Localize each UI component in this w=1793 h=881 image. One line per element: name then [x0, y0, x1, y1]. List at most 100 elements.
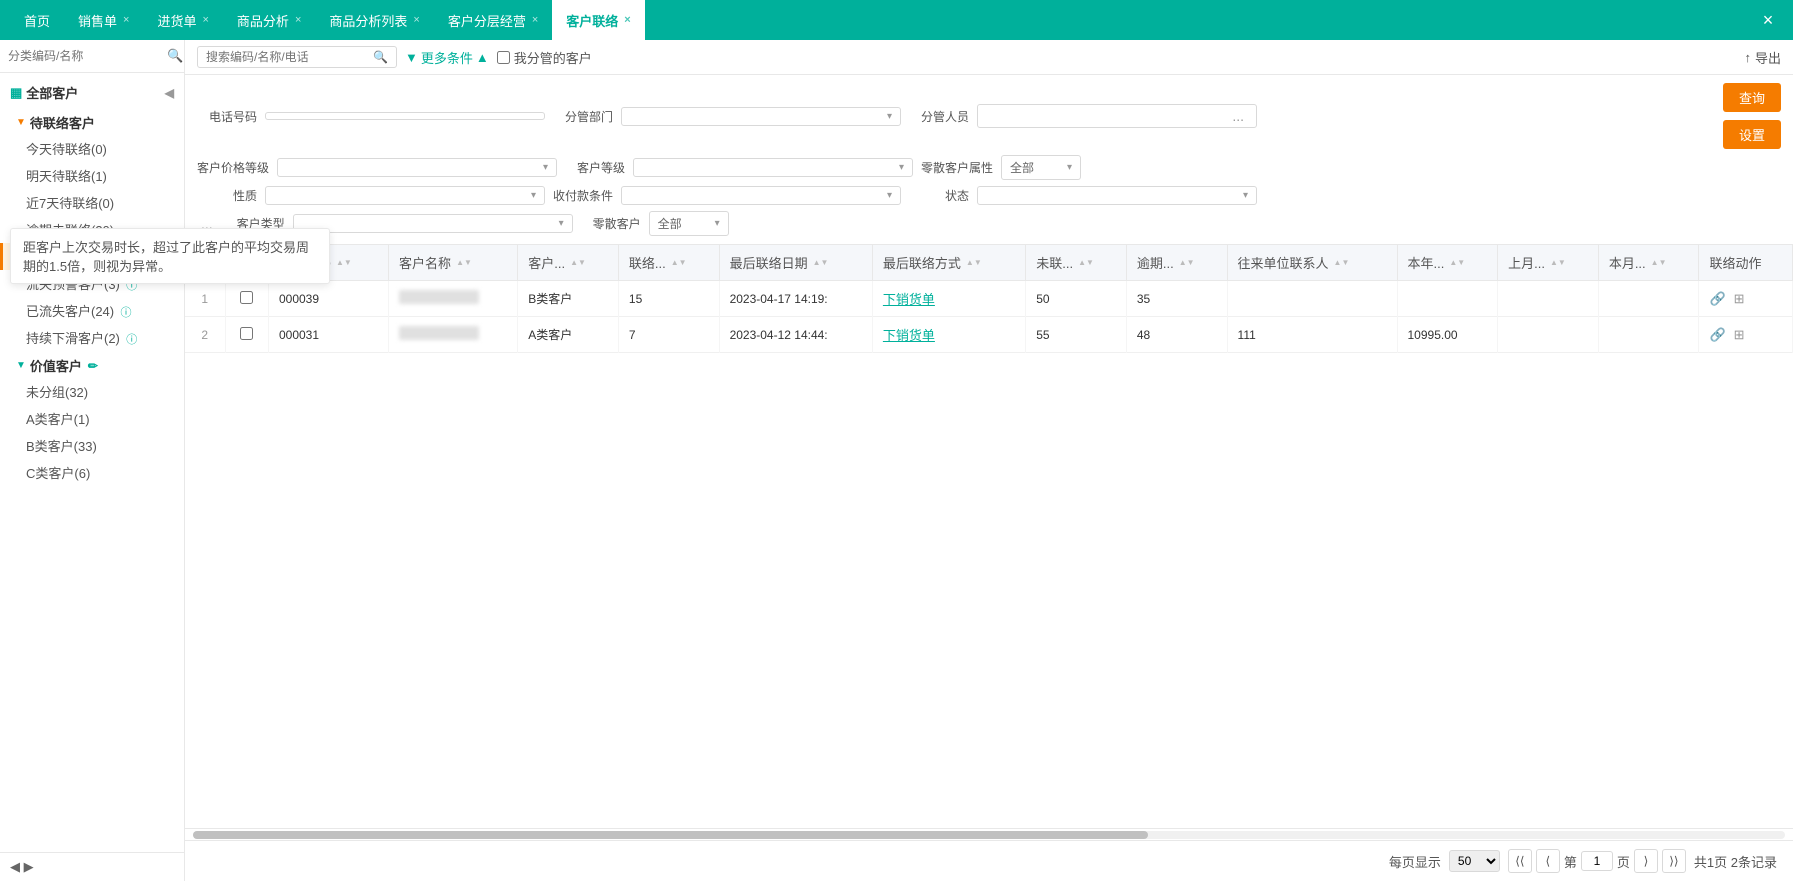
payment-arrow: ▾ [887, 190, 892, 201]
nav-customer-contact-close[interactable]: × [624, 14, 630, 26]
export-button[interactable]: ↑ 导出 [1744, 48, 1781, 67]
sidebar-item-ungrouped[interactable]: 未分组(32) [0, 378, 184, 405]
row2-grid-icon[interactable]: ⊞ [1734, 327, 1745, 343]
main-search-icon[interactable]: 🔍 [373, 50, 388, 64]
row1-checkbox[interactable] [240, 291, 253, 304]
retail-customer-label: 零散客户 [581, 215, 641, 232]
horizontal-scrollbar[interactable] [185, 828, 1793, 840]
row2-checkbox-cell [225, 317, 268, 353]
my-customer-checkbox[interactable] [497, 51, 510, 64]
sidebar-item-tomorrow[interactable]: 明天待联络(1) [0, 162, 184, 189]
nav-product-analysis-close[interactable]: × [295, 14, 301, 26]
nav-customer-tier-close[interactable]: × [532, 14, 538, 26]
row1-name [389, 281, 518, 317]
nav-sales[interactable]: 销售单 × [64, 0, 143, 40]
customer-type-field[interactable]: ▾ [293, 214, 573, 233]
year-sort-icon: ▲▼ [1449, 259, 1465, 267]
row1-checkbox-cell [225, 281, 268, 317]
col-last-method[interactable]: 最后联络方式▲▼ [872, 245, 1025, 281]
price-grade-field[interactable]: ▾ [277, 158, 557, 177]
grade-label: 客户等级 [565, 159, 625, 176]
page-navigation: ⟨⟨ ⟨ 第 页 ⟩ ⟩⟩ [1508, 849, 1686, 873]
dept-field[interactable]: ▾ [621, 107, 901, 126]
value-section-title[interactable]: ▼ 价值客户 ✏ [0, 351, 184, 378]
main-search-bar: 🔍 [197, 46, 397, 68]
col-contact-count[interactable]: 联络...▲▼ [618, 245, 719, 281]
prev-page-btn[interactable]: ⟨ [1536, 849, 1560, 873]
row2-last-method[interactable]: 下销货单 [872, 317, 1025, 353]
row1-grid-icon[interactable]: ⊞ [1734, 291, 1745, 307]
sidebar-item-b-class[interactable]: B类客户(33) [0, 432, 184, 459]
col-grade[interactable]: 客户...▲▼ [518, 245, 619, 281]
col-overdue[interactable]: 逾期...▲▼ [1126, 245, 1227, 281]
lost-info-icon: ⓘ [120, 307, 131, 319]
col-this-year[interactable]: 本年...▲▼ [1397, 245, 1498, 281]
pending-section-title[interactable]: ▼ 待联络客户 [0, 108, 184, 135]
nav-product-list[interactable]: 商品分析列表 × [315, 0, 433, 40]
page-input[interactable] [1581, 851, 1613, 871]
date-sort-icon: ▲▼ [813, 259, 829, 267]
phone-field[interactable] [265, 112, 545, 120]
nav-product-analysis[interactable]: 商品分析 × [223, 0, 315, 40]
nav-home[interactable]: 首页 [10, 0, 64, 40]
sidebar-search-input[interactable] [8, 49, 163, 63]
col-last-date[interactable]: 最后联络日期▲▼ [719, 245, 872, 281]
status-label: 状态 [909, 187, 969, 204]
query-button[interactable]: 查询 [1723, 83, 1781, 112]
sidebar-item-a-class[interactable]: A类客户(1) [0, 405, 184, 432]
window-close-button[interactable]: × [1753, 5, 1783, 35]
last-page-btn[interactable]: ⟩⟩ [1662, 849, 1686, 873]
data-table-wrapper[interactable]: ⚙ 客户编码▲▼ 客户名称▲▼ 客户...▲▼ [185, 245, 1793, 828]
sidebar-item-today[interactable]: 今天待联络(0) [0, 135, 184, 162]
row1-last-method[interactable]: 下销货单 [872, 281, 1025, 317]
all-customers-header[interactable]: ▦ 全部客户 ◀ [0, 77, 184, 108]
set-button[interactable]: 设置 [1723, 120, 1781, 149]
row2-this-month [1598, 317, 1699, 353]
row2-checkbox[interactable] [240, 327, 253, 340]
nav-purchase[interactable]: 进货单 × [143, 0, 222, 40]
sidebar-search-icon[interactable]: 🔍 [167, 48, 183, 64]
sidebar-item-7days[interactable]: 近7天待联络(0) [0, 189, 184, 216]
retail-customer-field[interactable]: 全部 ▾ [649, 211, 729, 236]
dept-arrow: ▾ [887, 111, 892, 122]
sidebar-item-lost[interactable]: 已流失客户(24) ⓘ [0, 297, 184, 324]
next-page-btn[interactable]: ⟩ [1634, 849, 1658, 873]
nav-product-list-close[interactable]: × [413, 14, 419, 26]
manager-dots[interactable]: ... [1228, 108, 1248, 124]
col-name[interactable]: 客户名称▲▼ [389, 245, 518, 281]
per-page-select[interactable]: 50 100 200 [1449, 850, 1500, 872]
table-row: 1 000039 B类客户 15 2023-04-17 14:19: 下销货单 [185, 281, 1793, 317]
grade-field[interactable]: ▾ [633, 158, 913, 177]
row2-link-icon[interactable]: 🔗 [1709, 327, 1725, 343]
status-field[interactable]: ▾ [977, 186, 1257, 205]
collapse-icon[interactable]: ◀ [165, 86, 174, 100]
nav-purchase-close[interactable]: × [202, 14, 208, 26]
retail-attr-field[interactable]: 全部 ▾ [1001, 155, 1081, 180]
payment-field[interactable]: ▾ [621, 186, 901, 205]
edit-icon[interactable]: ✏ [88, 359, 98, 373]
table-header-row: ⚙ 客户编码▲▼ 客户名称▲▼ 客户...▲▼ [185, 245, 1793, 281]
status-arrow: ▾ [1243, 190, 1248, 201]
col-unread[interactable]: 未联...▲▼ [1026, 245, 1127, 281]
nav-customer-contact[interactable]: 客户联络 × [552, 0, 644, 40]
nav-customer-tier[interactable]: 客户分层经营 × [434, 0, 552, 40]
col-this-month[interactable]: 本月...▲▼ [1598, 245, 1699, 281]
gender-field[interactable]: ▾ [265, 186, 545, 205]
scrollbar-track[interactable] [193, 831, 1785, 839]
main-search-input[interactable] [206, 50, 373, 64]
sidebar-item-declining[interactable]: 持续下滑客户(2) ⓘ [0, 324, 184, 351]
sidebar-item-c-class[interactable]: C类客户(6) [0, 459, 184, 486]
col-last-month[interactable]: 上月...▲▼ [1498, 245, 1599, 281]
more-filters-btn[interactable]: ▼ 更多条件 ▲ [405, 48, 489, 67]
retail-attr-label: 零散客户属性 [921, 159, 993, 176]
row2-unit-contact: 111 [1227, 317, 1397, 353]
gender-label: 性质 [197, 187, 257, 204]
col-unit-contact[interactable]: 往来单位联系人▲▼ [1227, 245, 1397, 281]
manager-field[interactable]: ... [977, 104, 1257, 128]
row1-link-icon[interactable]: 🔗 [1709, 291, 1725, 307]
scrollbar-thumb[interactable] [193, 831, 1148, 839]
row1-last-date: 2023-04-17 14:19: [719, 281, 872, 317]
first-page-btn[interactable]: ⟨⟨ [1508, 849, 1532, 873]
nav-sales-close[interactable]: × [123, 14, 129, 26]
sidebar-bottom-arrows[interactable]: ◀ ▶ [10, 859, 34, 875]
